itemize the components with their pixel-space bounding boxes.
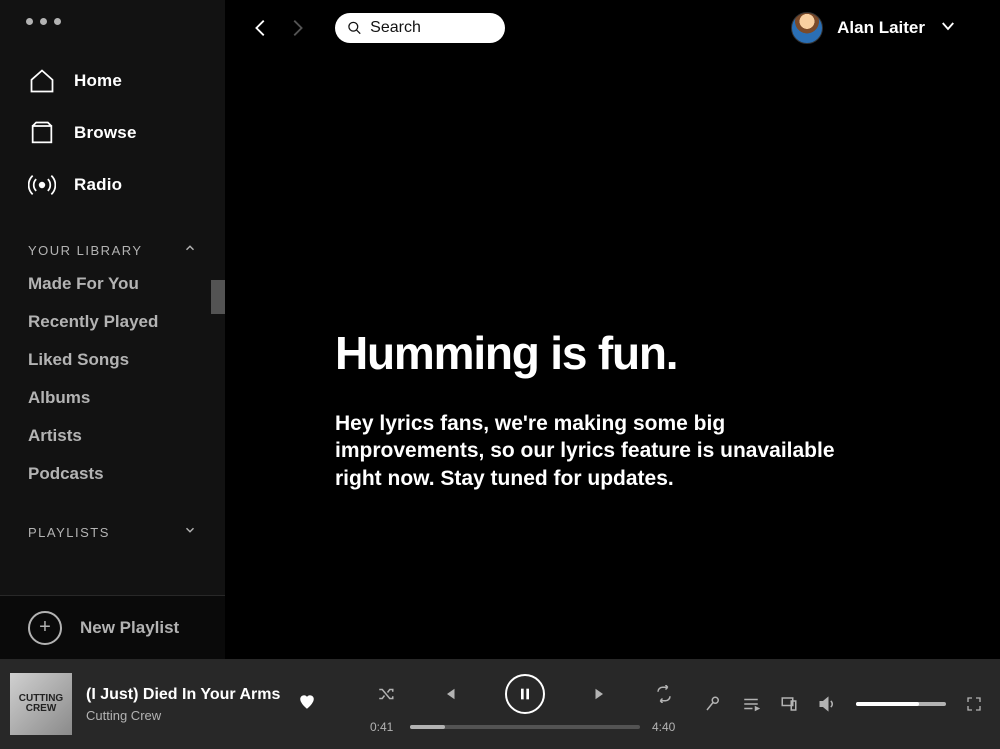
- progress-fill: [410, 725, 445, 729]
- player-bar: CUTTING CREW (I Just) Died In Your Arms …: [0, 659, 1000, 749]
- nav-home[interactable]: Home: [28, 55, 197, 107]
- browse-icon: [28, 119, 56, 147]
- user-menu-toggle[interactable]: [939, 17, 957, 40]
- nav-browse[interactable]: Browse: [28, 107, 197, 159]
- lib-made-for-you[interactable]: Made For You: [28, 265, 197, 303]
- volume-fill: [856, 702, 919, 706]
- lib-recently-played[interactable]: Recently Played: [28, 303, 197, 341]
- queue-icon: [742, 695, 760, 713]
- nav-browse-label: Browse: [74, 123, 137, 143]
- previous-button[interactable]: [441, 685, 459, 703]
- search-box[interactable]: [335, 13, 505, 43]
- shuffle-icon: [377, 685, 395, 703]
- library-list: Made For You Recently Played Liked Songs…: [0, 260, 225, 493]
- main-nav: Home Browse Radio: [0, 55, 225, 211]
- chevron-right-icon: [286, 17, 308, 39]
- previous-icon: [441, 685, 459, 703]
- volume-bar[interactable]: [856, 702, 946, 706]
- back-button[interactable]: [243, 10, 279, 46]
- track-artist[interactable]: Cutting Crew: [86, 708, 280, 723]
- next-button[interactable]: [591, 685, 609, 703]
- library-collapse[interactable]: [183, 241, 197, 260]
- playlists-header: PLAYLISTS: [28, 525, 110, 540]
- pause-icon: [517, 686, 533, 702]
- forward-button[interactable]: [279, 10, 315, 46]
- avatar: [791, 12, 823, 44]
- chevron-down-icon: [183, 523, 197, 537]
- track-title[interactable]: (I Just) Died In Your Arms: [86, 686, 280, 704]
- chevron-left-icon: [250, 17, 272, 39]
- home-icon: [28, 67, 56, 95]
- sidebar-scrollbar[interactable]: [211, 280, 225, 314]
- sidebar: Home Browse Radio YOUR LIBRARY Made For …: [0, 0, 225, 659]
- like-button[interactable]: [298, 693, 316, 716]
- content-body: Hey lyrics fans, we're making some big i…: [335, 410, 855, 492]
- progress-bar[interactable]: [410, 725, 640, 729]
- now-playing: CUTTING CREW (I Just) Died In Your Arms …: [0, 673, 350, 735]
- secondary-controls: [700, 695, 1000, 713]
- nav-radio-label: Radio: [74, 175, 122, 195]
- content-heading: Humming is fun.: [335, 326, 985, 380]
- volume-button[interactable]: [818, 695, 836, 713]
- lib-artists[interactable]: Artists: [28, 417, 197, 455]
- username: Alan Laiter: [837, 18, 925, 38]
- devices-button[interactable]: [780, 695, 798, 713]
- library-header: YOUR LIBRARY: [28, 243, 143, 258]
- shuffle-button[interactable]: [377, 685, 395, 703]
- fullscreen-icon: [966, 696, 982, 712]
- repeat-icon: [655, 685, 673, 703]
- lib-albums[interactable]: Albums: [28, 379, 197, 417]
- elapsed-time: 0:41: [370, 720, 398, 734]
- search-icon: [347, 19, 362, 37]
- fullscreen-button[interactable]: [966, 696, 982, 712]
- sidebar-menu[interactable]: [0, 0, 225, 55]
- user-menu[interactable]: Alan Laiter: [791, 12, 957, 44]
- plus-icon: +: [28, 611, 62, 645]
- nav-radio[interactable]: Radio: [28, 159, 197, 211]
- ellipsis-icon: [26, 18, 199, 25]
- album-cover[interactable]: CUTTING CREW: [10, 673, 72, 735]
- next-icon: [591, 685, 609, 703]
- search-input[interactable]: [370, 19, 493, 37]
- new-playlist-label: New Playlist: [80, 618, 179, 638]
- radio-icon: [28, 171, 56, 199]
- playback-controls: 0:41 4:40: [350, 674, 700, 734]
- chevron-down-icon: [939, 17, 957, 35]
- nav-home-label: Home: [74, 71, 122, 91]
- microphone-icon: [704, 695, 722, 713]
- play-pause-button[interactable]: [505, 674, 545, 714]
- new-playlist-button[interactable]: + New Playlist: [0, 595, 225, 659]
- playlists-collapse[interactable]: [183, 523, 197, 542]
- repeat-button[interactable]: [655, 685, 673, 703]
- topbar: Alan Laiter: [225, 0, 1000, 56]
- volume-icon: [818, 695, 836, 713]
- main-content: Alan Laiter Humming is fun. Hey lyrics f…: [225, 0, 1000, 659]
- lib-podcasts[interactable]: Podcasts: [28, 455, 197, 493]
- queue-button[interactable]: [742, 695, 760, 713]
- heart-icon: [298, 693, 316, 711]
- duration-time: 4:40: [652, 720, 680, 734]
- lib-liked-songs[interactable]: Liked Songs: [28, 341, 197, 379]
- chevron-up-icon: [183, 241, 197, 255]
- lyrics-button[interactable]: [704, 695, 722, 713]
- devices-icon: [780, 695, 798, 713]
